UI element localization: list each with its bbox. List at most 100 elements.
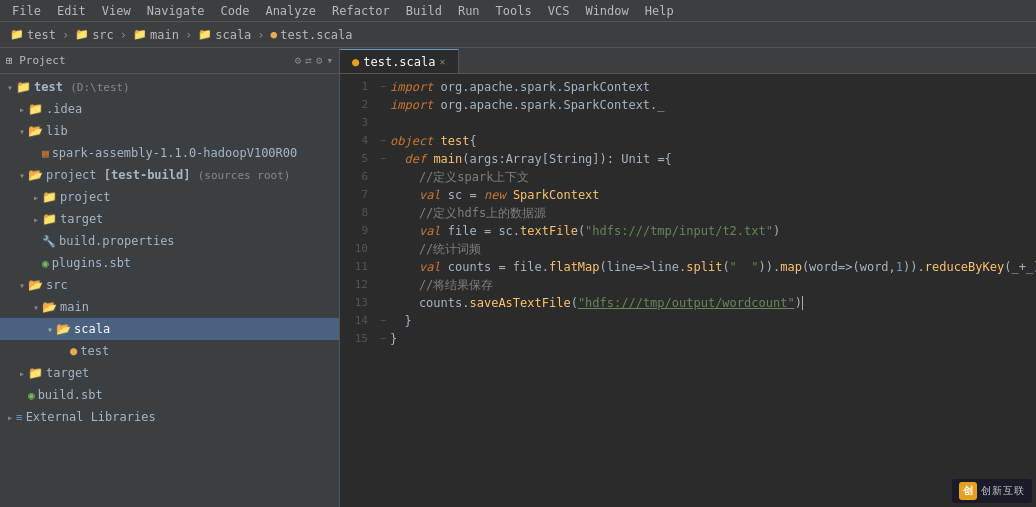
- tree-item-lib[interactable]: 📂 lib: [0, 120, 339, 142]
- watermark: 创 创新互联: [952, 479, 1032, 503]
- tree-item-scala[interactable]: 📂 scala: [0, 318, 339, 340]
- tree-item-label: project: [60, 190, 111, 204]
- tree-item-build-sbt[interactable]: ◉ build.sbt: [0, 384, 339, 406]
- arrow-icon: [30, 192, 42, 203]
- sidebar-header: ⊞ Project ⚙ ⇄ ⚙ ▾: [0, 48, 339, 74]
- breadcrumb-src[interactable]: 📁 src: [71, 27, 118, 43]
- tree-item-label: lib: [46, 124, 68, 138]
- tree-item-idea[interactable]: 📁 .idea: [0, 98, 339, 120]
- code-line-7: 7 val sc = new SparkContext: [340, 186, 1036, 204]
- menu-item-analyze[interactable]: Analyze: [257, 2, 324, 20]
- tree-item-label: src: [46, 278, 68, 292]
- sidebar-title: ⊞ Project: [6, 54, 66, 67]
- menu-item-help[interactable]: Help: [637, 2, 682, 20]
- arrow-icon: [44, 324, 56, 335]
- menu-item-window[interactable]: Window: [577, 2, 636, 20]
- menu-item-code[interactable]: Code: [213, 2, 258, 20]
- menu-item-edit[interactable]: Edit: [49, 2, 94, 20]
- menu-item-view[interactable]: View: [94, 2, 139, 20]
- sidebar-toolbar: ⚙ ⇄ ⚙ ▾: [295, 54, 334, 67]
- breadcrumb-scala[interactable]: 📁 scala: [194, 27, 255, 43]
- code-line-15: 15 − }: [340, 330, 1036, 348]
- code-line-8: 8 //定义hdfs上的数据源: [340, 204, 1036, 222]
- menu-item-build[interactable]: Build: [398, 2, 450, 20]
- folder-icon: 📁: [42, 212, 57, 226]
- code-line-14: 14 − }: [340, 312, 1036, 330]
- tree-item-build-props[interactable]: 🔧 build.properties: [0, 230, 339, 252]
- code-line-11: 11 val counts = file.flatMap(line=>line.…: [340, 258, 1036, 276]
- tree-item-label: project [test-build] (sources root): [46, 168, 290, 182]
- gear-icon[interactable]: ⚙: [295, 54, 302, 67]
- tree-item-project-build[interactable]: 📂 project [test-build] (sources root): [0, 164, 339, 186]
- code-line-10: 10 //统计词频: [340, 240, 1036, 258]
- sbt-icon: ◉: [28, 389, 35, 402]
- menu-item-vcs[interactable]: VCS: [540, 2, 578, 20]
- main-layout: ⊞ Project ⚙ ⇄ ⚙ ▾ 📁 test (D:\test) 📁 .id…: [0, 48, 1036, 507]
- arrow-icon: [16, 126, 28, 137]
- folder-icon: 📁: [198, 28, 212, 41]
- scala-file-icon: ●: [271, 28, 278, 41]
- menu-item-run[interactable]: Run: [450, 2, 488, 20]
- tree-item-label: build.properties: [59, 234, 175, 248]
- folder-open-icon: 📂: [28, 124, 43, 138]
- project-tree: 📁 test (D:\test) 📁 .idea 📂 lib ▦ spark-a…: [0, 74, 339, 507]
- folder-icon: 📁: [28, 102, 43, 116]
- folder-icon: 📁: [42, 190, 57, 204]
- tree-item-label: target: [46, 366, 89, 380]
- tree-item-label: External Libraries: [26, 410, 156, 424]
- code-line-4: 4 − object test{: [340, 132, 1036, 150]
- tree-root[interactable]: 📁 test (D:\test): [0, 76, 339, 98]
- arrow-icon: [30, 214, 42, 225]
- arrow-icon: [4, 82, 16, 93]
- tree-item-project-sub[interactable]: 📁 project: [0, 186, 339, 208]
- tree-item-label: target: [60, 212, 103, 226]
- menu-item-refactor[interactable]: Refactor: [324, 2, 398, 20]
- config-icon[interactable]: ⚙: [316, 54, 323, 67]
- folder-icon: 📁: [75, 28, 89, 41]
- breadcrumb-test[interactable]: 📁 test: [6, 27, 60, 43]
- menu-item-navigate[interactable]: Navigate: [139, 2, 213, 20]
- tab-test-scala[interactable]: ● test.scala ✕: [340, 49, 459, 73]
- sync-icon[interactable]: ⇄: [305, 54, 312, 67]
- tree-item-main[interactable]: 📂 main: [0, 296, 339, 318]
- arrow-icon: [16, 170, 28, 181]
- tree-item-test-scala[interactable]: ● test: [0, 340, 339, 362]
- editor: ● test.scala ✕ 1 − import org.apache.spa…: [340, 48, 1036, 507]
- tab-close-button[interactable]: ✕: [439, 56, 445, 67]
- sbt-icon: ◉: [42, 257, 49, 270]
- code-line-2: 2 import org.apache.spark.SparkContext._: [340, 96, 1036, 114]
- code-line-13: 13 counts.saveAsTextFile("hdfs:///tmp/ou…: [340, 294, 1036, 312]
- breadcrumb-main[interactable]: 📁 main: [129, 27, 183, 43]
- jar-icon: ▦: [42, 147, 49, 160]
- arrow-icon: [16, 104, 28, 115]
- folder-open-icon: 📂: [28, 168, 43, 182]
- tree-item-label: spark-assembly-1.1.0-hadoopV100R00: [52, 146, 298, 160]
- code-editor[interactable]: 1 − import org.apache.spark.SparkContext…: [340, 74, 1036, 507]
- tree-item-label: build.sbt: [38, 388, 103, 402]
- lib-icon: ≡: [16, 411, 23, 424]
- tree-item-src[interactable]: 📂 src: [0, 274, 339, 296]
- props-icon: 🔧: [42, 235, 56, 248]
- code-line-1: 1 − import org.apache.spark.SparkContext: [340, 78, 1036, 96]
- scala-icon: ●: [70, 344, 77, 358]
- menu-bar: FileEditViewNavigateCodeAnalyzeRefactorB…: [0, 0, 1036, 22]
- menu-item-file[interactable]: File: [4, 2, 49, 20]
- folder-icon: 📁: [16, 80, 31, 94]
- tree-item-spark-jar[interactable]: ▦ spark-assembly-1.1.0-hadoopV100R00: [0, 142, 339, 164]
- tree-item-target-proj[interactable]: 📁 target: [0, 208, 339, 230]
- scala-tab-icon: ●: [352, 55, 359, 69]
- tree-item-target[interactable]: 📁 target: [0, 362, 339, 384]
- tree-item-label: main: [60, 300, 89, 314]
- code-line-12: 12 //将结果保存: [340, 276, 1036, 294]
- breadcrumb-file[interactable]: ● test.scala: [267, 27, 357, 43]
- folder-icon: 📁: [10, 28, 24, 41]
- folder-open-icon: 📂: [28, 278, 43, 292]
- menu-item-tools[interactable]: Tools: [488, 2, 540, 20]
- tree-item-ext-lib[interactable]: ≡ External Libraries: [0, 406, 339, 428]
- tree-item-plugins-sbt[interactable]: ◉ plugins.sbt: [0, 252, 339, 274]
- collapse-icon[interactable]: ▾: [326, 54, 333, 67]
- folder-icon: 📁: [28, 366, 43, 380]
- code-line-5: 5 − def main(args:Array[String]): Unit =…: [340, 150, 1036, 168]
- tree-item-label: plugins.sbt: [52, 256, 131, 270]
- breadcrumb-bar: 📁 test › 📁 src › 📁 main › 📁 scala › ● te…: [0, 22, 1036, 48]
